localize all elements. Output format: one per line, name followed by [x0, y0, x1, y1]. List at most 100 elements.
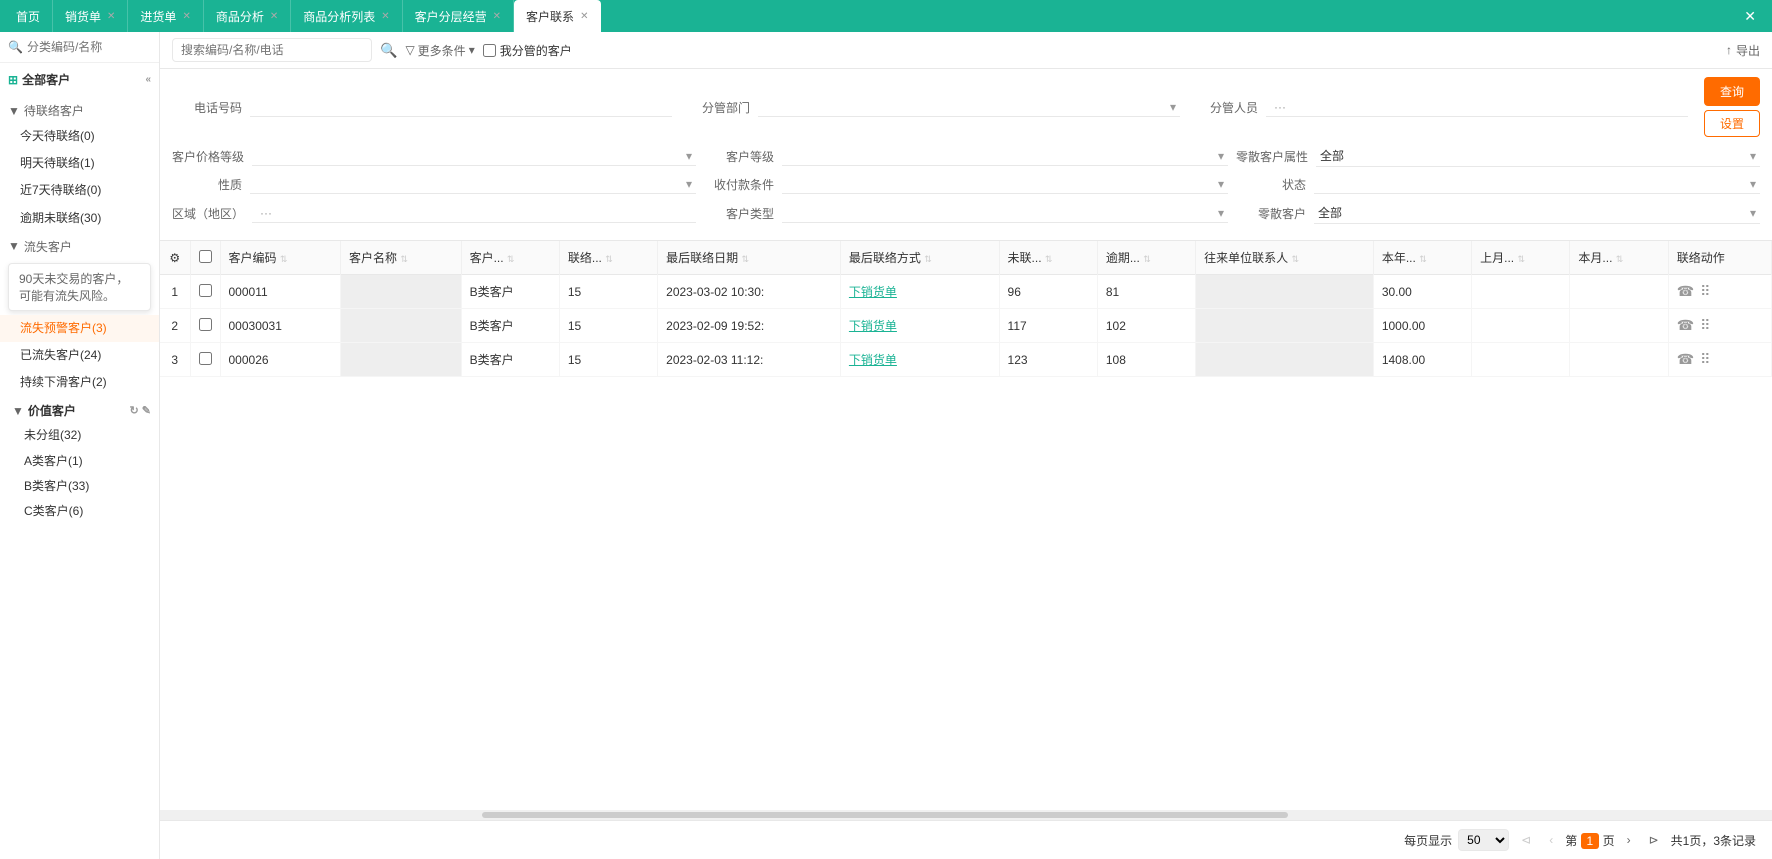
- sidebar-item-overdue-contact[interactable]: 逾期未联络(30): [0, 205, 159, 232]
- more-conditions-button[interactable]: ▽ 更多条件 ▾: [405, 42, 474, 59]
- close-tab-sales-order[interactable]: ✕: [107, 11, 115, 22]
- sidebar-item-7day-contact[interactable]: 近7天待联络(0): [0, 177, 159, 204]
- sort-overdue-icon[interactable]: ⇅: [1143, 254, 1151, 264]
- sidebar-item-class-a[interactable]: A类客户(1): [0, 449, 159, 474]
- row-action-1[interactable]: ☎ ⠿: [1668, 309, 1771, 343]
- tab-customer-contact[interactable]: 客户联系 ✕: [514, 0, 601, 32]
- select-all-checkbox[interactable]: [199, 250, 212, 263]
- query-button[interactable]: 查询: [1704, 77, 1760, 106]
- row-action-0[interactable]: ☎ ⠿: [1668, 275, 1771, 309]
- sidebar-search-input[interactable]: [27, 40, 151, 54]
- search-button[interactable]: 🔍: [380, 42, 397, 59]
- sort-contact-icon[interactable]: ⇅: [605, 254, 613, 264]
- customer-level-select[interactable]: ▾: [782, 147, 1228, 166]
- horizontal-scrollbar[interactable]: [160, 810, 1772, 820]
- gender-select[interactable]: ▾: [250, 175, 696, 194]
- first-page-button[interactable]: ⊲: [1515, 831, 1537, 849]
- sidebar-value-section[interactable]: ▼ 价值客户 ↻ ✎: [0, 396, 159, 423]
- tab-product-analysis-list[interactable]: 商品分析列表 ✕: [291, 0, 402, 32]
- region-dots[interactable]: ···: [260, 206, 272, 220]
- manager-dots[interactable]: ···: [1274, 100, 1286, 114]
- contact-way-link[interactable]: 下销货单: [849, 285, 897, 299]
- collapse-icon[interactable]: «: [145, 74, 151, 85]
- prev-page-button[interactable]: ‹: [1543, 831, 1559, 849]
- row-way-1[interactable]: 下销货单: [840, 309, 999, 343]
- my-customers-checkbox-label[interactable]: 我分管的客户: [483, 42, 572, 59]
- retail-attr-select[interactable]: 全部 ▾: [1316, 145, 1760, 167]
- settings-button[interactable]: 设置: [1704, 110, 1760, 137]
- row-way-0[interactable]: 下销货单: [840, 275, 999, 309]
- row-checkbox-0[interactable]: [190, 275, 220, 309]
- search-input[interactable]: [172, 38, 372, 62]
- row-checkbox-2[interactable]: [190, 343, 220, 377]
- value-section-icons[interactable]: ↻ ✎: [130, 404, 152, 417]
- sidebar-item-today-contact[interactable]: 今天待联络(0): [0, 123, 159, 150]
- sort-type-icon[interactable]: ⇅: [507, 254, 515, 264]
- sort-thismonth-icon[interactable]: ⇅: [1616, 254, 1624, 264]
- sidebar-item-declining[interactable]: 持续下滑客户(2): [0, 369, 159, 396]
- sidebar-item-churned[interactable]: 已流失客户(24): [0, 342, 159, 369]
- contact-way-link[interactable]: 下销货单: [849, 353, 897, 367]
- my-customers-checkbox[interactable]: [483, 44, 496, 57]
- col-settings[interactable]: ⚙: [160, 241, 190, 275]
- grid-icon: ⊞: [8, 73, 18, 87]
- close-tab-customer-layering[interactable]: ✕: [493, 11, 501, 22]
- close-tab-product-analysis[interactable]: ✕: [270, 11, 278, 22]
- action-contact-icon[interactable]: ☎: [1677, 351, 1694, 368]
- filter-retail-attr-field: 零散客户属性 全部 ▾: [1236, 145, 1760, 167]
- tab-product-analysis[interactable]: 商品分析 ✕: [204, 0, 291, 32]
- row-checkbox-1[interactable]: [190, 309, 220, 343]
- scroll-thumb[interactable]: [482, 812, 1288, 818]
- dept-select[interactable]: ▾: [758, 98, 1180, 117]
- row-action-2[interactable]: ☎ ⠿: [1668, 343, 1771, 377]
- row-way-2[interactable]: 下销货单: [840, 343, 999, 377]
- payment-select[interactable]: ▾: [782, 175, 1228, 194]
- sidebar-pending-section[interactable]: ▼ 待联络客户: [0, 96, 159, 123]
- sort-date-icon[interactable]: ⇅: [742, 254, 750, 264]
- row-select-checkbox[interactable]: [199, 284, 212, 297]
- row-index-2: 3: [160, 343, 190, 377]
- sidebar-item-tomorrow-contact[interactable]: 明天待联络(1): [0, 150, 159, 177]
- tab-customer-layering[interactable]: 客户分层经营 ✕: [403, 0, 514, 32]
- sort-code-icon[interactable]: ⇅: [280, 254, 288, 264]
- action-more-icon[interactable]: ⠿: [1700, 351, 1710, 368]
- sidebar-item-churn-warning[interactable]: 流失预警客户(3): [0, 315, 159, 342]
- status-select[interactable]: ▾: [1314, 175, 1760, 194]
- row-select-checkbox[interactable]: [199, 318, 212, 331]
- sort-person-icon[interactable]: ⇅: [1292, 254, 1300, 264]
- row-select-checkbox[interactable]: [199, 352, 212, 365]
- region-select[interactable]: ···: [252, 204, 696, 223]
- col-checkbox[interactable]: [190, 241, 220, 275]
- price-level-select[interactable]: ▾: [252, 147, 696, 166]
- contact-way-link[interactable]: 下销货单: [849, 319, 897, 333]
- sort-notcontact-icon[interactable]: ⇅: [1045, 254, 1053, 264]
- action-contact-icon[interactable]: ☎: [1677, 283, 1694, 300]
- customer-type-select[interactable]: ▾: [782, 204, 1228, 223]
- close-tab-product-analysis-list[interactable]: ✕: [381, 11, 389, 22]
- action-contact-icon[interactable]: ☎: [1677, 317, 1694, 334]
- phone-input[interactable]: [250, 98, 672, 117]
- sidebar-item-class-c[interactable]: C类客户(6): [0, 499, 159, 524]
- export-button[interactable]: ↑ 导出: [1726, 42, 1760, 59]
- sort-year-icon[interactable]: ⇅: [1419, 254, 1427, 264]
- sort-way-icon[interactable]: ⇅: [924, 254, 932, 264]
- retail-customer-select[interactable]: 全部 ▾: [1314, 202, 1760, 224]
- sidebar-all-customers[interactable]: ⊞ 全部客户 «: [0, 63, 159, 96]
- manager-select[interactable]: ···: [1266, 98, 1688, 117]
- next-page-button[interactable]: ›: [1621, 831, 1637, 849]
- close-tab-customer-contact[interactable]: ✕: [580, 11, 588, 22]
- tab-home[interactable]: 首页: [4, 0, 53, 32]
- sort-lastmonth-icon[interactable]: ⇅: [1517, 254, 1525, 264]
- window-close-button[interactable]: ✕: [1732, 8, 1768, 25]
- page-size-select[interactable]: 50 100 200: [1458, 829, 1509, 851]
- sidebar-churn-section[interactable]: ▼ 流失客户: [0, 232, 159, 259]
- sidebar-item-class-b[interactable]: B类客户(33): [0, 474, 159, 499]
- action-more-icon[interactable]: ⠿: [1700, 283, 1710, 300]
- last-page-button[interactable]: ⊳: [1643, 831, 1665, 849]
- close-tab-purchase-order[interactable]: ✕: [182, 11, 190, 22]
- tab-purchase-order[interactable]: 进货单 ✕: [128, 0, 203, 32]
- action-more-icon[interactable]: ⠿: [1700, 317, 1710, 334]
- sort-name-icon[interactable]: ⇅: [400, 254, 408, 264]
- sidebar-item-ungroup[interactable]: 未分组(32): [0, 423, 159, 448]
- tab-sales-order[interactable]: 销货单 ✕: [53, 0, 128, 32]
